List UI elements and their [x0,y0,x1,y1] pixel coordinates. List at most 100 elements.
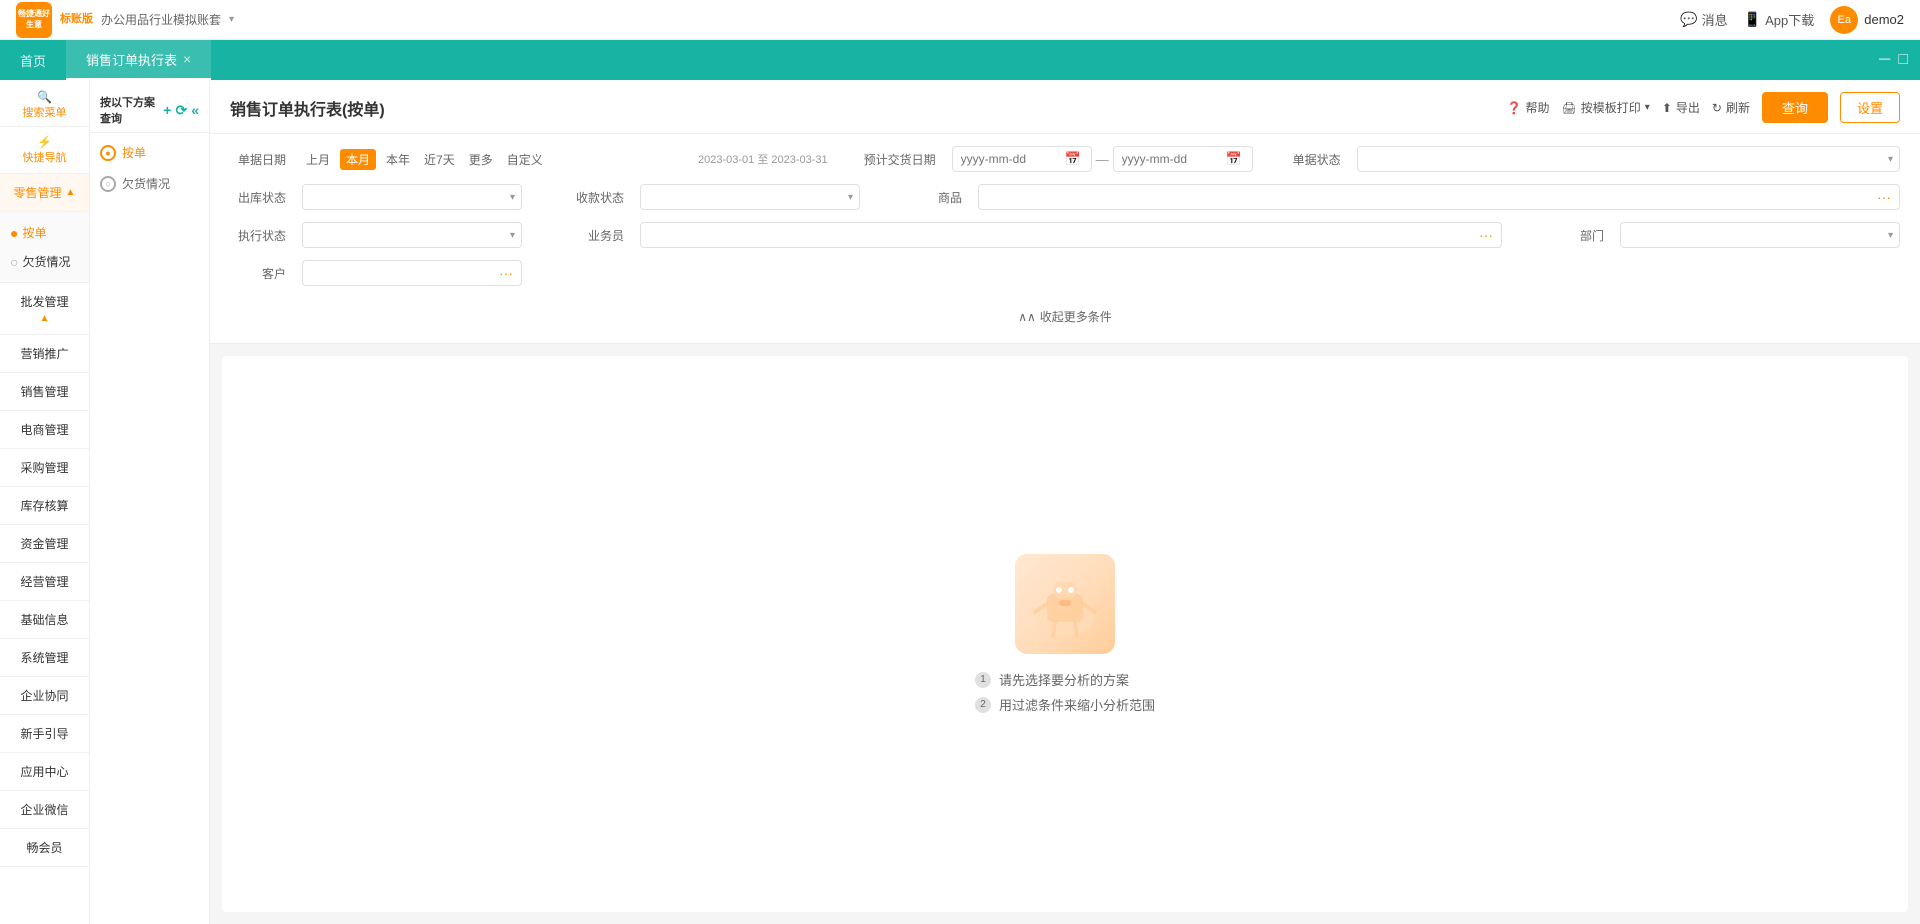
sidebar-nav[interactable]: ⚡ 快捷导航 [0,127,89,174]
ship-status-select[interactable] [303,185,521,209]
page-title-row: 销售订单执行表(按单) ❓ 帮助 🖨 按模板打印 ▾ [230,92,1900,123]
collapse-up-icon: ∧∧ [1018,310,1036,324]
sidebar-item-member[interactable]: 畅会员 [0,829,89,867]
circle-icon2: ○ [10,254,18,270]
sidebar-sub-item-欠货情况[interactable]: ○ 欠货情况 [0,247,89,276]
calendar-start-icon[interactable]: 📅 [1065,151,1081,167]
system-label: 系统管理 [20,649,68,666]
goods-label: 商品 [906,189,962,206]
app-download-button[interactable]: 📱 App下载 [1744,10,1815,29]
goods-dots-icon[interactable]: ··· [1877,189,1891,205]
collapse-panel-icon[interactable]: « [191,102,199,119]
message-label: 消息 [1702,10,1728,29]
salesman-input-wrapper[interactable]: ··· [640,222,1502,248]
tip-num-2: 2 [975,697,991,713]
scheme-欠货情况-label: 欠货情况 [122,175,170,192]
goods-input[interactable] [987,190,1875,204]
sidebar-item-ecommerce[interactable]: 电商管理 [0,411,89,449]
sidebar-item-basic[interactable]: 基础信息 [0,601,89,639]
calendar-end-icon[interactable]: 📅 [1226,151,1242,167]
dept-select[interactable] [1621,223,1899,247]
minimize-icon[interactable]: ─ [1879,51,1890,69]
filter-row-2: 出库状态 ▾ 收款状态 ▾ [230,184,1900,210]
message-icon: 💬 [1680,11,1697,28]
filter-row-1: 单据日期 上月 本月 本年 近7天 更多 自定义 2023-03-01 至 20… [230,146,1900,172]
doc-status-label: 单据状态 [1289,151,1341,168]
logo: 畅捷通好生意 [16,2,52,38]
logo-text: 畅捷通好生意 [16,9,52,30]
sidebar-item-marketing[interactable]: 营销推广 [0,335,89,373]
sidebar-item-wholesale[interactable]: 批发管理 ▲ [0,283,89,335]
pay-status-select[interactable] [641,185,859,209]
sidebar-item-retail[interactable]: 零售管理 ▲ [0,174,89,212]
refresh-scheme-icon[interactable]: ⟳ [175,102,187,119]
date-end-input[interactable] [1122,152,1222,166]
scheme-item-按单[interactable]: ● 按单 [90,137,209,168]
date-shortcut-上月[interactable]: 上月 [302,149,334,170]
add-scheme-icon[interactable]: + [163,102,171,119]
sidebar-sub-item-按单[interactable]: ● 按单 [0,218,89,247]
scheme-按单-label: 按单 [122,144,146,161]
sidebar-item-guide[interactable]: 新手引导 [0,715,89,753]
user-menu[interactable]: Ea demo2 [1830,6,1904,34]
tab-home[interactable]: 首页 [0,40,66,80]
sidebar-item-wechat[interactable]: 企业微信 [0,791,89,829]
expected-date-start[interactable]: 📅 [952,146,1092,172]
export-button[interactable]: ⬆ 导出 [1662,99,1700,116]
app-title: 办公用品行业模拟账套 [101,11,221,28]
date-shortcut-更多[interactable]: 更多 [465,149,497,170]
date-shortcut-本月[interactable]: 本月 [340,149,376,170]
tab-home-label: 首页 [20,51,46,70]
sidebar-item-appstore[interactable]: 应用中心 [0,753,89,791]
tab-close-icon[interactable]: × [183,51,191,67]
sidebar-item-enterprise[interactable]: 企业协同 [0,677,89,715]
message-button[interactable]: 💬 消息 [1680,10,1727,29]
customer-label: 客户 [230,265,286,282]
date-shortcut-本年[interactable]: 本年 [382,149,414,170]
print-label: 按模板打印 [1581,99,1641,116]
sidebar-item-finance[interactable]: 资金管理 [0,525,89,563]
sidebar-item-sales[interactable]: 销售管理 [0,373,89,411]
page-actions: ❓ 帮助 🖨 按模板打印 ▾ ⬆ 导出 [1507,92,1900,123]
filter-area: 单据日期 上月 本月 本年 近7天 更多 自定义 2023-03-01 至 20… [210,134,1920,344]
refresh-label: 刷新 [1726,99,1750,116]
customer-input[interactable] [311,266,497,280]
customer-dots-icon[interactable]: ··· [499,265,513,281]
doc-status-select[interactable] [1358,147,1899,171]
right-main: 销售订单执行表(按单) ❓ 帮助 🖨 按模板打印 ▾ [210,80,1920,924]
empty-robot-svg [1025,564,1105,644]
salesman-input[interactable] [649,228,1477,242]
settings-button[interactable]: 设置 [1840,92,1900,123]
goods-input-wrapper[interactable]: ··· [978,184,1900,210]
expected-date-label: 预计交货日期 [864,151,936,168]
date-shortcut-近7天[interactable]: 近7天 [420,149,459,170]
tab-sales-order[interactable]: 销售订单执行表 × [66,40,211,80]
salesman-dots-icon[interactable]: ··· [1479,227,1493,243]
tab-active-label: 销售订单执行表 [86,50,177,69]
print-button[interactable]: 🖨 按模板打印 ▾ [1562,99,1650,116]
topbar: 畅捷通好生意 标账版 办公用品行业模拟账套 ▾ 💬 消息 📱 App下载 Ea … [0,0,1920,40]
search-icon: 🔍 [37,90,52,104]
dropdown-icon[interactable]: ▾ [229,14,234,25]
sidebar-item-inventory[interactable]: 库存核算 [0,487,89,525]
search-button[interactable]: 查询 [1762,92,1828,123]
empty-tip-1: 1 请先选择要分析的方案 [975,670,1155,689]
date-start-input[interactable] [961,152,1061,166]
scheme-item-欠货情况[interactable]: ○ 欠货情况 [90,168,209,199]
sidebar-item-operations[interactable]: 经营管理 [0,563,89,601]
collapse-button[interactable]: ∧∧ 收起更多条件 [1018,302,1112,331]
maximize-icon[interactable]: □ [1898,51,1908,69]
date-shortcut-自定义[interactable]: 自定义 [503,149,547,170]
left-panel-header: 按以下方案查询 + ⟳ « [90,88,209,133]
sidebar-search[interactable]: 🔍 搜索菜单 [0,80,89,127]
expected-date-end[interactable]: 📅 [1113,146,1253,172]
customer-input-wrapper[interactable]: ··· [302,260,522,286]
sidebar-item-system[interactable]: 系统管理 [0,639,89,677]
help-button[interactable]: ❓ 帮助 [1507,99,1550,116]
sidebar-item-purchase[interactable]: 采购管理 [0,449,89,487]
chevron-up-icon: ▲ [66,187,76,198]
refresh-button[interactable]: ↻ 刷新 [1712,99,1750,116]
exec-status-select[interactable] [303,223,521,247]
expected-date-group: 📅 — 📅 [952,146,1253,172]
print-dropdown-icon[interactable]: ▾ [1645,102,1650,113]
